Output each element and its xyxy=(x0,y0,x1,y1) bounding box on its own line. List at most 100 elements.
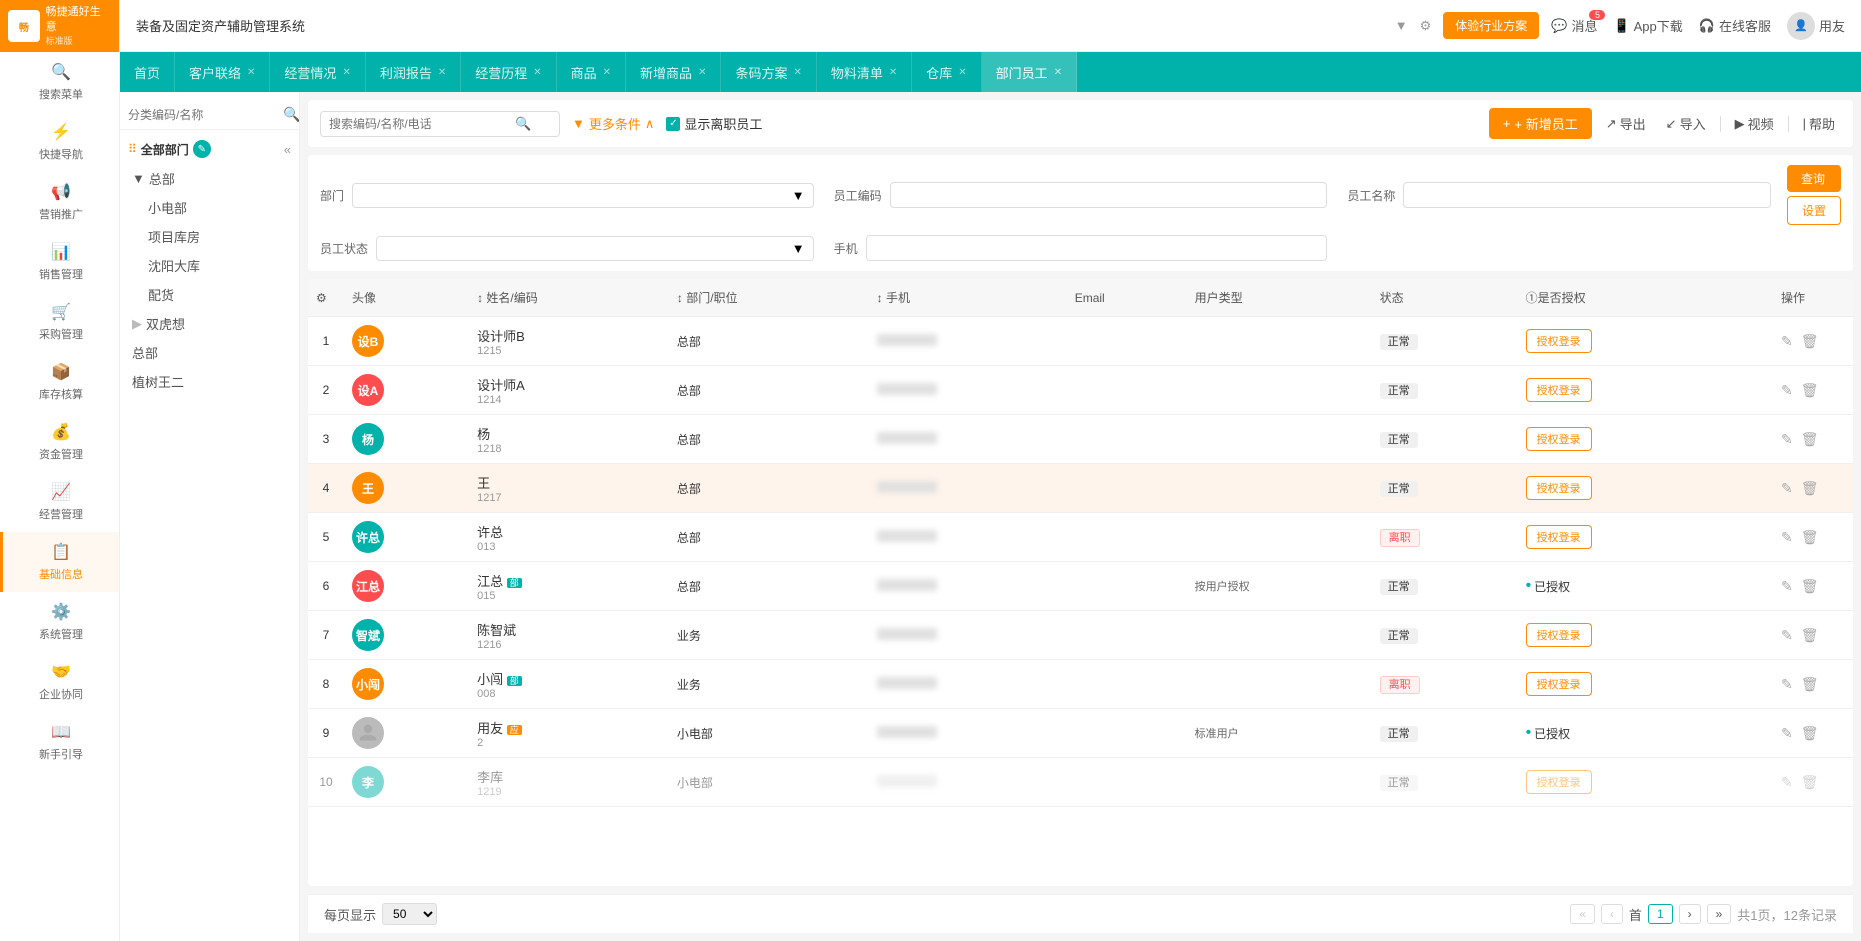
close-icon[interactable]: ✕ xyxy=(1054,67,1062,78)
edit-icon[interactable]: ✎ xyxy=(1781,333,1793,350)
delete-icon[interactable]: 🗑 xyxy=(1801,480,1819,497)
dept-node-shuanghu[interactable]: ▶ 双虎想 xyxy=(124,309,295,338)
dept-node-project[interactable]: 项目库房 xyxy=(140,222,295,251)
user-menu[interactable]: 👤 用友 xyxy=(1787,12,1845,40)
auth-button[interactable]: 授权登录 xyxy=(1526,770,1592,794)
emp-code-input[interactable] xyxy=(890,182,1328,208)
close-icon[interactable]: ✕ xyxy=(889,67,897,78)
edit-icon[interactable]: ✎ xyxy=(1781,725,1793,742)
message-button[interactable]: 💬 消息 5 xyxy=(1551,16,1597,35)
help-button[interactable]: | 帮助 xyxy=(1797,110,1841,137)
sidebar-item-system[interactable]: ⚙️ 系统管理 xyxy=(0,592,119,652)
tab-customer[interactable]: 客户联络✕ xyxy=(175,52,270,92)
delete-icon[interactable]: 🗑 xyxy=(1801,529,1819,546)
sidebar-item-inventory[interactable]: 📦 库存核算 xyxy=(0,352,119,412)
close-icon[interactable]: ✕ xyxy=(603,67,611,78)
tab-new-goods[interactable]: 新增商品✕ xyxy=(626,52,721,92)
sidebar-item-search[interactable]: 🔍 搜索菜单 xyxy=(0,52,119,112)
edit-icon[interactable]: ✎ xyxy=(1781,578,1793,595)
export-button[interactable]: ↗ 导出 xyxy=(1600,110,1652,137)
sidebar-item-marketing[interactable]: 📢 营销推广 xyxy=(0,172,119,232)
auth-button[interactable]: 授权登录 xyxy=(1526,427,1592,451)
close-icon[interactable]: ✕ xyxy=(793,67,801,78)
dept-node-head[interactable]: ▼ 总部 xyxy=(124,164,295,193)
th-name[interactable]: ↕ 姓名/编码 xyxy=(469,279,669,317)
dept-edit-button[interactable]: ✎ xyxy=(193,140,211,158)
next-page-button[interactable]: › xyxy=(1679,904,1701,924)
last-page-button[interactable]: » xyxy=(1707,904,1732,924)
tab-warehouse[interactable]: 仓库✕ xyxy=(912,52,981,92)
delete-icon[interactable]: 🗑 xyxy=(1801,725,1819,742)
import-button[interactable]: ↙ 导入 xyxy=(1660,110,1712,137)
dept-node-zhishu[interactable]: 植树王二 xyxy=(124,367,295,396)
sidebar-item-finance[interactable]: 💰 资金管理 xyxy=(0,412,119,472)
query-button[interactable]: 查询 xyxy=(1787,165,1841,192)
online-service-button[interactable]: 🎧 在线客服 xyxy=(1699,16,1771,35)
close-icon[interactable]: ✕ xyxy=(247,67,255,78)
edit-icon[interactable]: ✎ xyxy=(1781,774,1793,791)
delete-icon[interactable]: 🗑 xyxy=(1801,676,1819,693)
sidebar-item-guide[interactable]: 📖 新手引导 xyxy=(0,712,119,772)
edit-icon[interactable]: ✎ xyxy=(1781,431,1793,448)
tab-profit[interactable]: 利润报告✕ xyxy=(366,52,461,92)
tab-operation-status[interactable]: 经营情况✕ xyxy=(270,52,365,92)
tab-goods[interactable]: 商品✕ xyxy=(557,52,626,92)
th-dept[interactable]: ↕ 部门/职位 xyxy=(669,279,869,317)
filter-status-select[interactable]: ▼ xyxy=(376,236,814,261)
settings-icon[interactable]: ⚙ xyxy=(1420,18,1432,34)
edit-icon[interactable]: ✎ xyxy=(1781,382,1793,399)
dropdown-icon[interactable]: ▼ xyxy=(1395,18,1408,33)
auth-button[interactable]: 授权登录 xyxy=(1526,623,1592,647)
trial-button[interactable]: 体验行业方案 xyxy=(1443,12,1539,39)
auth-button[interactable]: 授权登录 xyxy=(1526,672,1592,696)
delete-icon[interactable]: 🗑 xyxy=(1801,431,1819,448)
delete-icon[interactable]: 🗑 xyxy=(1801,627,1819,644)
tab-bom[interactable]: 物料清单✕ xyxy=(817,52,912,92)
close-icon[interactable]: ✕ xyxy=(342,67,350,78)
delete-icon[interactable]: 🗑 xyxy=(1801,382,1819,399)
more-filter-button[interactable]: ▼ 更多条件 ∧ xyxy=(572,114,654,133)
close-icon[interactable]: ✕ xyxy=(533,67,541,78)
video-button[interactable]: ▶ 视频 xyxy=(1729,110,1780,137)
auth-button[interactable]: 授权登录 xyxy=(1526,525,1592,549)
add-employee-button[interactable]: + + 新增员工 xyxy=(1489,108,1592,139)
show-resigned-toggle[interactable]: 显示离职员工 xyxy=(666,114,762,133)
dept-search-input[interactable] xyxy=(128,108,283,122)
per-page-select[interactable]: 50 20 100 xyxy=(382,903,437,925)
checkbox-resigned[interactable] xyxy=(666,117,680,131)
th-phone[interactable]: ↕ 手机 xyxy=(869,279,1067,317)
delete-icon[interactable]: 🗑 xyxy=(1801,333,1819,350)
first-page-button[interactable]: « xyxy=(1570,904,1595,924)
edit-icon[interactable]: ✎ xyxy=(1781,676,1793,693)
sidebar-item-sales[interactable]: 📊 销售管理 xyxy=(0,232,119,292)
dept-all-header[interactable]: ⠿ 全部部门 ✎ « xyxy=(120,134,299,164)
auth-button[interactable]: 授权登录 xyxy=(1526,378,1592,402)
close-icon[interactable]: ✕ xyxy=(438,67,446,78)
filter-dept-select[interactable]: ▼ xyxy=(352,183,814,208)
sidebar-item-purchase[interactable]: 🛒 采购管理 xyxy=(0,292,119,352)
tab-home[interactable]: 首页 xyxy=(120,52,175,92)
sidebar-item-collab[interactable]: 🤝 企业协同 xyxy=(0,652,119,712)
sidebar-item-basic[interactable]: 📋 基础信息 xyxy=(0,532,119,592)
edit-icon[interactable]: ✎ xyxy=(1781,627,1793,644)
edit-icon[interactable]: ✎ xyxy=(1781,480,1793,497)
phone-input[interactable] xyxy=(866,235,1328,261)
prev-page-button[interactable]: ‹ xyxy=(1601,904,1623,924)
auth-button[interactable]: 授权登录 xyxy=(1526,476,1592,500)
tab-barcode[interactable]: 条码方案✕ xyxy=(721,52,816,92)
delete-icon[interactable]: 🗑 xyxy=(1801,578,1819,595)
sidebar-item-operation[interactable]: 📈 经营管理 xyxy=(0,472,119,532)
th-settings[interactable]: ⚙ xyxy=(308,279,344,317)
emp-name-input[interactable] xyxy=(1403,182,1771,208)
tab-employees[interactable]: 部门员工✕ xyxy=(982,52,1077,92)
search-input[interactable] xyxy=(329,117,509,131)
close-icon[interactable]: ✕ xyxy=(958,67,966,78)
tab-history[interactable]: 经营历程✕ xyxy=(461,52,556,92)
set-button[interactable]: 设置 xyxy=(1787,196,1841,225)
collapse-icon[interactable]: « xyxy=(284,142,291,157)
dept-node-shenyang[interactable]: 沈阳大库 xyxy=(140,251,295,280)
delete-icon[interactable]: 🗑 xyxy=(1801,774,1819,791)
sidebar-item-quicknav[interactable]: ⚡ 快捷导航 xyxy=(0,112,119,172)
dept-node-small-elec[interactable]: 小电部 xyxy=(140,193,295,222)
dept-node-head2[interactable]: 总部 xyxy=(124,338,295,367)
